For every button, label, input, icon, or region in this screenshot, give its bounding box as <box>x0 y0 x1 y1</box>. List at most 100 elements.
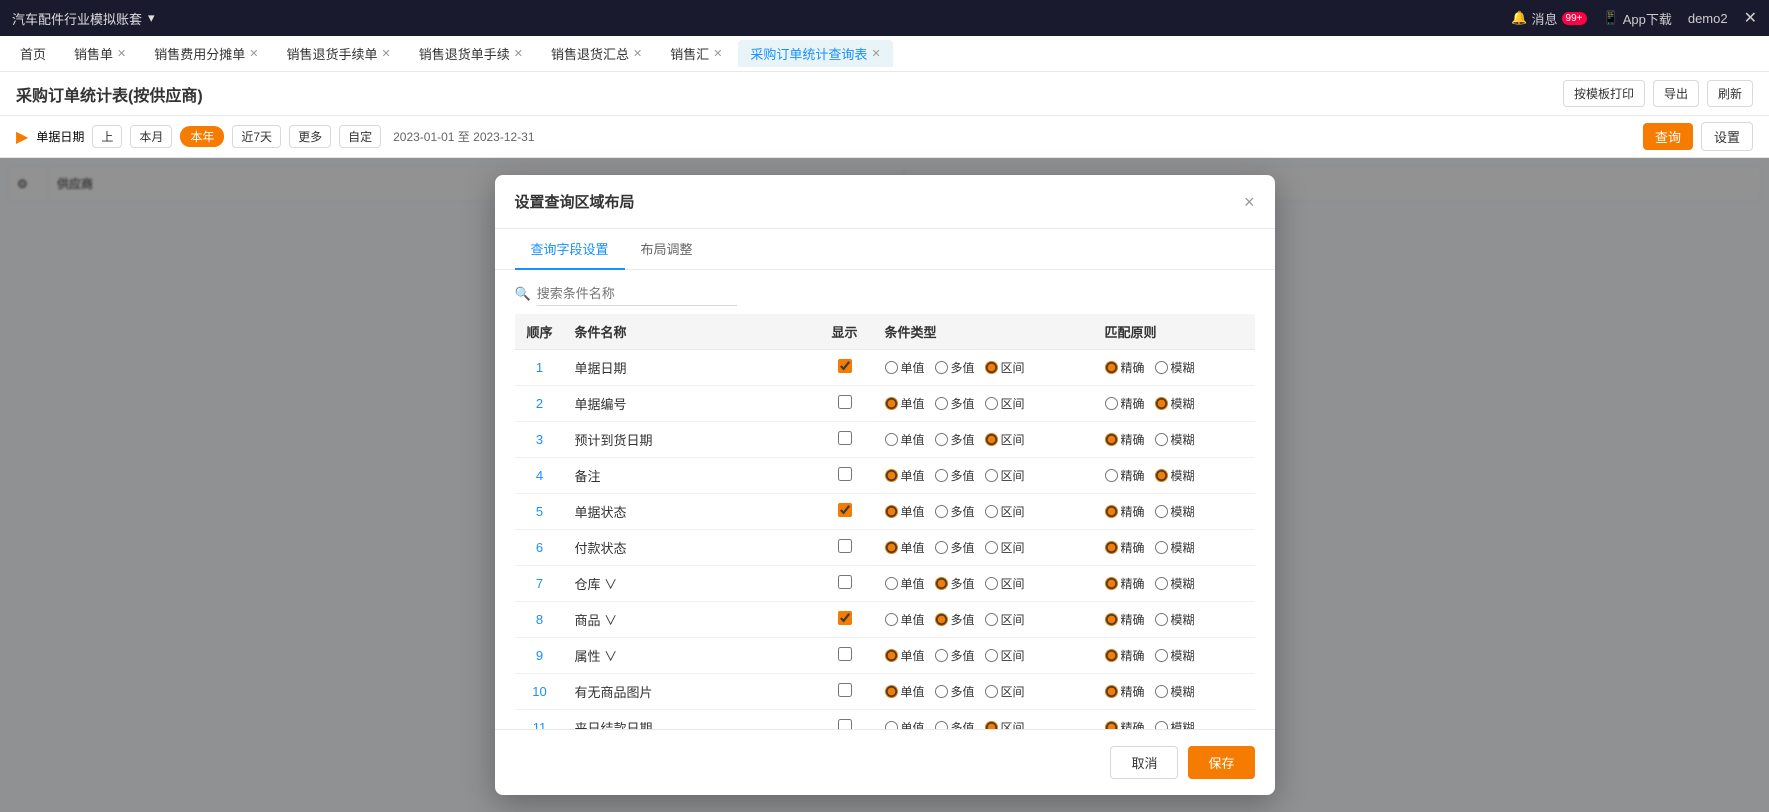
match-radio-item[interactable]: 精确 <box>1105 395 1145 412</box>
match-radio-item[interactable]: 模糊 <box>1155 467 1195 484</box>
match-radio[interactable] <box>1105 685 1118 698</box>
type-radio[interactable] <box>935 433 948 446</box>
type-radio[interactable] <box>985 433 998 446</box>
query-button[interactable]: 查询 <box>1643 123 1693 150</box>
filter-btn-more[interactable]: 更多 <box>289 125 331 148</box>
type-radio[interactable] <box>985 505 998 518</box>
match-radio[interactable] <box>1155 685 1168 698</box>
match-radio-item[interactable]: 模糊 <box>1155 503 1195 520</box>
cancel-button[interactable]: 取消 <box>1110 746 1178 779</box>
print-button[interactable]: 按模板打印 <box>1563 80 1645 107</box>
display-checkbox[interactable] <box>838 467 852 481</box>
match-radio-item[interactable]: 精确 <box>1105 431 1145 448</box>
filter-btn-year[interactable]: 本年 <box>180 126 224 147</box>
display-checkbox[interactable] <box>838 683 852 697</box>
tab-sales-hui[interactable]: 销售汇 ✕ <box>658 40 734 67</box>
type-radio-item[interactable]: 单值 <box>885 575 925 592</box>
download-area[interactable]: 📱 App下载 <box>1603 9 1672 28</box>
tab-sales-return2-close[interactable]: ✕ <box>514 47 523 60</box>
display-checkbox[interactable] <box>838 575 852 589</box>
type-radio[interactable] <box>885 721 898 729</box>
match-radio-item[interactable]: 精确 <box>1105 467 1145 484</box>
tab-sales-return2[interactable]: 销售退货单手续 ✕ <box>407 40 535 67</box>
match-radio[interactable] <box>1155 613 1168 626</box>
match-radio-item[interactable]: 精确 <box>1105 539 1145 556</box>
type-radio[interactable] <box>935 361 948 374</box>
match-radio[interactable] <box>1105 433 1118 446</box>
type-radio-item[interactable]: 单值 <box>885 467 925 484</box>
type-radio[interactable] <box>885 613 898 626</box>
type-radio[interactable] <box>935 613 948 626</box>
match-radio[interactable] <box>1105 721 1118 729</box>
type-radio-item[interactable]: 多值 <box>935 395 975 412</box>
match-radio-item[interactable]: 模糊 <box>1155 647 1195 664</box>
type-radio[interactable] <box>985 685 998 698</box>
type-radio-item[interactable]: 单值 <box>885 719 925 729</box>
tab-sales-cost-close[interactable]: ✕ <box>249 47 258 60</box>
match-radio[interactable] <box>1105 505 1118 518</box>
display-checkbox[interactable] <box>838 503 852 517</box>
type-radio[interactable] <box>885 649 898 662</box>
type-radio-item[interactable]: 区间 <box>985 719 1025 729</box>
match-radio[interactable] <box>1155 469 1168 482</box>
tab-sales-summary-close[interactable]: ✕ <box>633 47 642 60</box>
match-radio[interactable] <box>1155 541 1168 554</box>
match-radio-item[interactable]: 精确 <box>1105 683 1145 700</box>
type-radio-item[interactable]: 单值 <box>885 647 925 664</box>
tab-purchase-stat-close[interactable]: ✕ <box>871 47 880 60</box>
type-radio-item[interactable]: 多值 <box>935 719 975 729</box>
tab-sales-hui-close[interactable]: ✕ <box>713 47 722 60</box>
match-radio[interactable] <box>1105 613 1118 626</box>
match-radio[interactable] <box>1155 397 1168 410</box>
modal-tab-layout[interactable]: 布局调整 <box>625 229 709 270</box>
type-radio[interactable] <box>935 577 948 590</box>
type-radio[interactable] <box>885 577 898 590</box>
display-checkbox[interactable] <box>838 611 852 625</box>
type-radio[interactable] <box>885 469 898 482</box>
tab-purchase-stat[interactable]: 采购订单统计查询表 ✕ <box>738 40 892 67</box>
modal-tab-query[interactable]: 查询字段设置 <box>515 229 625 270</box>
match-radio-item[interactable]: 模糊 <box>1155 611 1195 628</box>
match-radio[interactable] <box>1155 361 1168 374</box>
type-radio[interactable] <box>935 685 948 698</box>
type-radio-item[interactable]: 单值 <box>885 431 925 448</box>
type-radio-item[interactable]: 区间 <box>985 575 1025 592</box>
match-radio-item[interactable]: 模糊 <box>1155 575 1195 592</box>
match-radio[interactable] <box>1105 649 1118 662</box>
type-radio-item[interactable]: 多值 <box>935 611 975 628</box>
type-radio-item[interactable]: 区间 <box>985 503 1025 520</box>
user-avatar[interactable]: demo2 <box>1688 11 1728 26</box>
display-checkbox[interactable] <box>838 395 852 409</box>
match-radio[interactable] <box>1105 541 1118 554</box>
match-radio[interactable] <box>1155 577 1168 590</box>
type-radio-item[interactable]: 区间 <box>985 467 1025 484</box>
window-close-icon[interactable]: ✕ <box>1744 8 1757 28</box>
filter-btn-custom[interactable]: 自定 <box>339 125 381 148</box>
type-radio-item[interactable]: 区间 <box>985 395 1025 412</box>
filter-btn-7days[interactable]: 近7天 <box>232 125 281 148</box>
type-radio-item[interactable]: 区间 <box>985 539 1025 556</box>
type-radio-item[interactable]: 单值 <box>885 359 925 376</box>
type-radio-item[interactable]: 多值 <box>935 431 975 448</box>
type-radio-item[interactable]: 区间 <box>985 647 1025 664</box>
tab-sales-order-close[interactable]: ✕ <box>117 47 126 60</box>
filter-btn-up[interactable]: 上 <box>92 125 122 148</box>
type-radio[interactable] <box>985 721 998 729</box>
match-radio-item[interactable]: 精确 <box>1105 647 1145 664</box>
match-radio-item[interactable]: 精确 <box>1105 719 1145 729</box>
settings-button[interactable]: 设置 <box>1701 122 1753 151</box>
match-radio[interactable] <box>1105 577 1118 590</box>
display-checkbox[interactable] <box>838 647 852 661</box>
type-radio[interactable] <box>885 541 898 554</box>
type-radio-item[interactable]: 多值 <box>935 539 975 556</box>
match-radio[interactable] <box>1105 469 1118 482</box>
modal-close-button[interactable]: × <box>1244 193 1255 211</box>
match-radio-item[interactable]: 精确 <box>1105 503 1145 520</box>
match-radio-item[interactable]: 精确 <box>1105 359 1145 376</box>
display-checkbox[interactable] <box>838 539 852 553</box>
match-radio-item[interactable]: 精确 <box>1105 611 1145 628</box>
type-radio[interactable] <box>885 361 898 374</box>
type-radio[interactable] <box>935 397 948 410</box>
dropdown-icon[interactable]: ▾ <box>148 10 155 26</box>
type-radio-item[interactable]: 多值 <box>935 647 975 664</box>
